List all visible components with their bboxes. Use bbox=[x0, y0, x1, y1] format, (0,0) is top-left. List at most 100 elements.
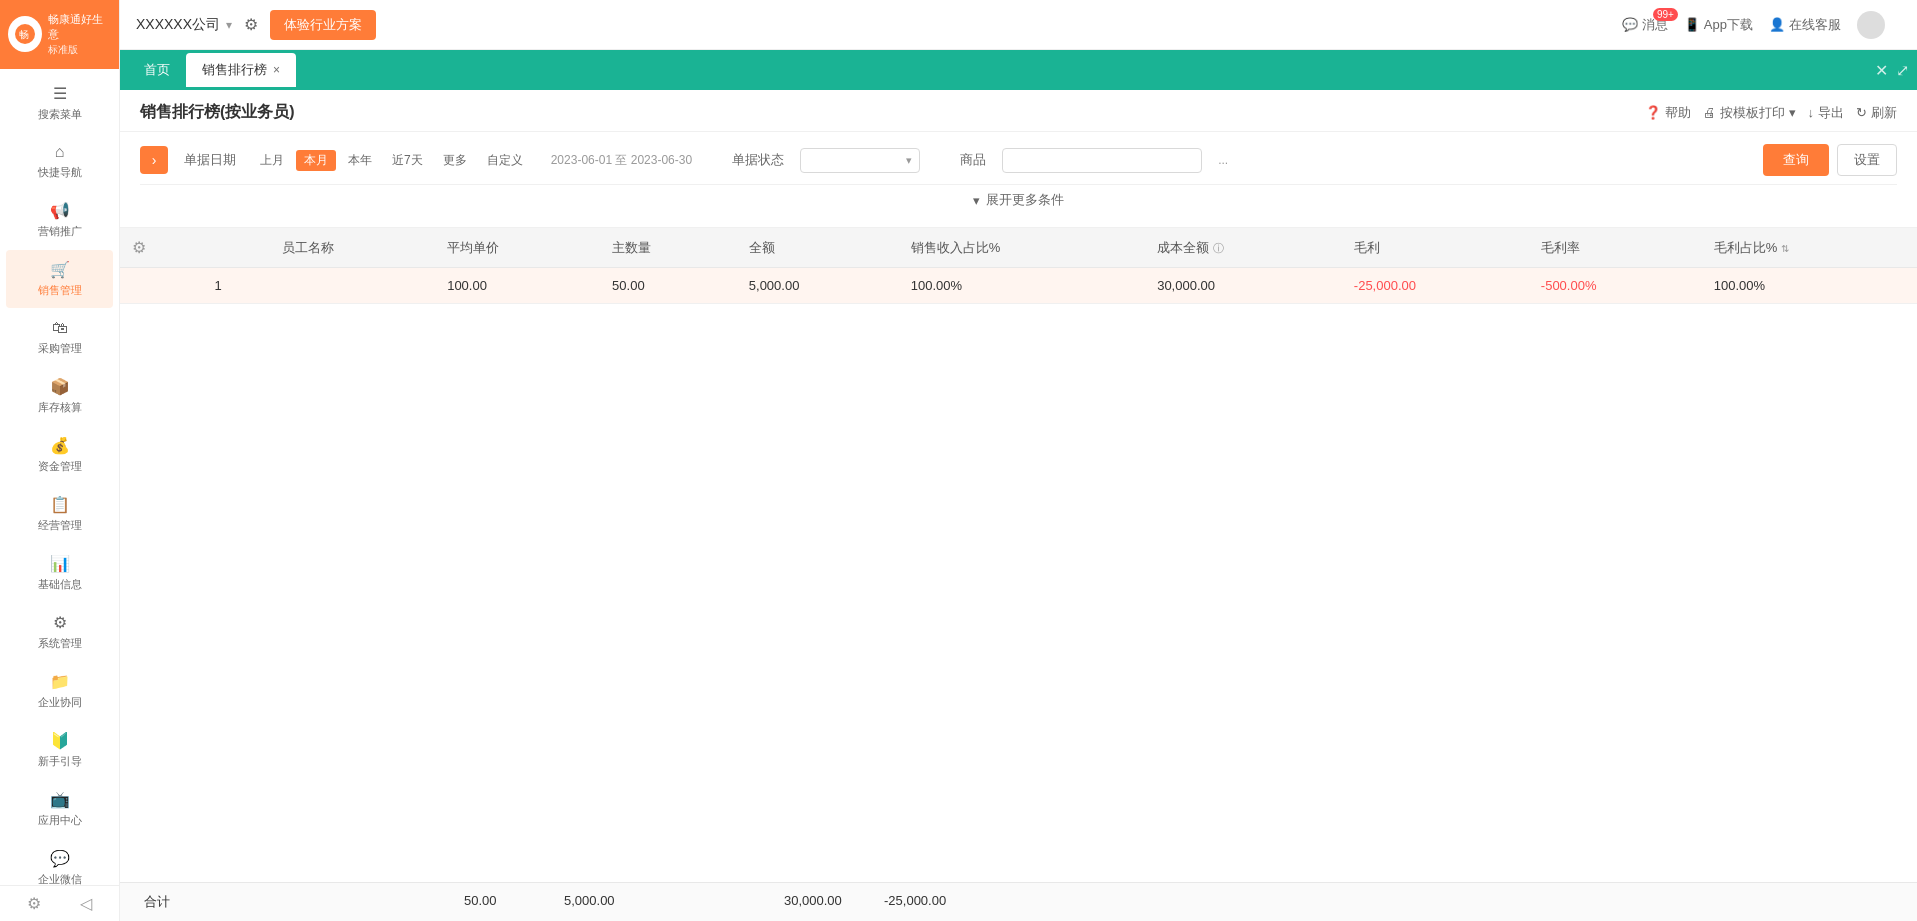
sidebar-item-operation[interactable]: 📋 经营管理 bbox=[6, 485, 113, 543]
svg-text:畅: 畅 bbox=[19, 29, 29, 40]
tab-sales-ranking[interactable]: 销售排行榜 × bbox=[186, 53, 296, 87]
sidebar-item-enterprise[interactable]: 📁 企业协同 bbox=[6, 662, 113, 720]
col-rank bbox=[202, 228, 270, 268]
print-icon: 🖨 bbox=[1703, 105, 1716, 120]
sidebar-icon-inventory: 📦 bbox=[50, 377, 70, 396]
tabbar: 首页 销售排行榜 × ✕ ⤢ bbox=[120, 50, 1917, 90]
date-tab-custom[interactable]: 自定义 bbox=[479, 150, 531, 171]
column-settings-icon[interactable]: ⚙ bbox=[132, 239, 146, 256]
sidebar-icon-operation: 📋 bbox=[50, 495, 70, 514]
sidebar-bottom: ⚙ ◁ bbox=[0, 885, 119, 921]
sidebar-icon-finance: 💰 bbox=[50, 436, 70, 455]
footer-avg-price-cell bbox=[352, 893, 452, 911]
sidebar-icon-enterprise: 📁 bbox=[50, 672, 70, 691]
refresh-icon: ↻ bbox=[1856, 105, 1867, 120]
sidebar-item-search[interactable]: ☰ 搜索菜单 bbox=[6, 74, 113, 132]
cost-info-icon[interactable]: ⓘ bbox=[1213, 242, 1224, 254]
date-tab-7days[interactable]: 近7天 bbox=[384, 150, 431, 171]
sidebar-item-quick-nav[interactable]: ⌂ 快捷导航 bbox=[6, 133, 113, 190]
date-tab-more[interactable]: 更多 bbox=[435, 150, 475, 171]
sidebar-label-apps: 应用中心 bbox=[38, 813, 82, 828]
tab-close-icon[interactable]: × bbox=[273, 63, 280, 77]
cell-rank: 1 bbox=[202, 268, 270, 304]
message-icon: 💬 bbox=[1622, 17, 1638, 32]
app-download-button[interactable]: 📱 App下载 bbox=[1684, 16, 1753, 34]
page-header: 销售排行榜(按业务员) ❓ 帮助 🖨 按模板打印 ▾ ↓ 导出 bbox=[120, 90, 1917, 132]
tab-close-window-icon[interactable]: ✕ bbox=[1875, 61, 1888, 80]
cell-profit: -25,000.00 bbox=[1342, 268, 1529, 304]
export-button[interactable]: ↓ 导出 bbox=[1808, 104, 1845, 122]
profit-sort-icon[interactable]: ⇅ bbox=[1781, 243, 1789, 254]
sidebar-icon-basic: 📊 bbox=[50, 554, 70, 573]
topbar-right: 💬 消息 99+ 📱 App下载 👤 在线客服 bbox=[1622, 11, 1901, 39]
sidebar-label-enterprise: 企业协同 bbox=[38, 695, 82, 710]
sidebar-item-purchase[interactable]: 🛍 采购管理 bbox=[6, 309, 113, 366]
table-row: 1 100.00 50.00 5,000.00 100.00% 30,000.0… bbox=[120, 268, 1917, 304]
help-button[interactable]: ❓ 帮助 bbox=[1645, 104, 1691, 122]
print-arrow-icon: ▾ bbox=[1789, 105, 1796, 120]
sidebar-item-guide[interactable]: 🔰 新手引导 bbox=[6, 721, 113, 779]
tab-maximize-icon[interactable]: ⤢ bbox=[1896, 61, 1909, 80]
sidebar-item-system[interactable]: ⚙ 系统管理 bbox=[6, 603, 113, 661]
trial-button[interactable]: 体验行业方案 bbox=[270, 10, 376, 40]
date-tab-current-year[interactable]: 本年 bbox=[340, 150, 380, 171]
main-content: XXXXXX公司 ▾ ⚙ 体验行业方案 💬 消息 99+ 📱 App下载 👤 在… bbox=[120, 0, 1917, 921]
print-label: 按模板打印 bbox=[1720, 104, 1785, 122]
app-logo: 畅 畅康通好生意 标准版 bbox=[0, 0, 119, 69]
date-tab-prev-month[interactable]: 上月 bbox=[252, 150, 292, 171]
topbar-settings-icon[interactable]: ⚙ bbox=[244, 15, 258, 34]
sidebar-icon-marketing: 📢 bbox=[50, 201, 70, 220]
sidebar-label-sales: 销售管理 bbox=[38, 283, 82, 298]
cell-profit-rate: -500.00% bbox=[1529, 268, 1702, 304]
sidebar-label-operation: 经营管理 bbox=[38, 518, 82, 533]
sidebar-item-apps[interactable]: 📺 应用中心 bbox=[6, 780, 113, 838]
sidebar-label-guide: 新手引导 bbox=[38, 754, 82, 769]
content-area: 销售排行榜(按业务员) ❓ 帮助 🖨 按模板打印 ▾ ↓ 导出 bbox=[120, 90, 1917, 921]
app-name: 畅康通好生意 bbox=[48, 12, 111, 43]
sidebar-item-wechat[interactable]: 💬 企业微信 bbox=[6, 839, 113, 885]
col-amount: 全额 bbox=[737, 228, 899, 268]
sales-table: ⚙ 员工名称 平均单价 主数量 全额 销售收入占比% 成本全额 ⓘ 毛利 毛利率… bbox=[120, 228, 1917, 304]
footer-profit-rate-cell bbox=[972, 893, 1072, 911]
expand-more-button[interactable]: ▾ 展开更多条件 bbox=[140, 184, 1897, 215]
refresh-button[interactable]: ↻ 刷新 bbox=[1856, 104, 1897, 122]
print-button[interactable]: 🖨 按模板打印 ▾ bbox=[1703, 104, 1796, 122]
status-select[interactable] bbox=[800, 148, 920, 173]
goods-input[interactable] bbox=[1002, 148, 1202, 173]
footer-label-cell: 合计 bbox=[132, 893, 252, 911]
expand-more-label: 展开更多条件 bbox=[986, 191, 1064, 209]
table-body: 1 100.00 50.00 5,000.00 100.00% 30,000.0… bbox=[120, 268, 1917, 304]
sidebar-label-quick-nav: 快捷导航 bbox=[38, 165, 82, 180]
table-container: ⚙ 员工名称 平均单价 主数量 全额 销售收入占比% 成本全额 ⓘ 毛利 毛利率… bbox=[120, 228, 1917, 882]
company-selector[interactable]: XXXXXX公司 ▾ bbox=[136, 16, 232, 34]
online-service-button[interactable]: 👤 在线客服 bbox=[1769, 16, 1841, 34]
date-tabs: 上月 本月 本年 近7天 更多 自定义 bbox=[252, 150, 531, 171]
sidebar-item-sales[interactable]: 🛒 销售管理 bbox=[6, 250, 113, 308]
tab-home[interactable]: 首页 bbox=[128, 53, 186, 87]
table-footer: 合计 50.00 5,000.00 30,000.00 -25,000.00 bbox=[120, 882, 1917, 921]
col-sales-pct: 销售收入占比% bbox=[899, 228, 1145, 268]
footer-amount-cell: 5,000.00 bbox=[552, 893, 652, 911]
settings-button[interactable]: 设置 bbox=[1837, 144, 1897, 176]
user-avatar[interactable] bbox=[1857, 11, 1885, 39]
query-button[interactable]: 查询 bbox=[1763, 144, 1829, 176]
message-button[interactable]: 💬 消息 99+ bbox=[1622, 16, 1668, 34]
sidebar-settings-icon[interactable]: ⚙ bbox=[27, 894, 41, 913]
sidebar-item-inventory[interactable]: 📦 库存核算 bbox=[6, 367, 113, 425]
sidebar-collapse-icon[interactable]: ◁ bbox=[80, 894, 92, 913]
filter-expand-arrow[interactable]: › bbox=[140, 146, 168, 174]
sidebar-label-inventory: 库存核算 bbox=[38, 400, 82, 415]
date-tab-current-month[interactable]: 本月 bbox=[296, 150, 336, 171]
sidebar: 畅 畅康通好生意 标准版 ☰ 搜索菜单 ⌂ 快捷导航 📢 营销推广 🛒 销售管理… bbox=[0, 0, 120, 921]
sidebar-icon-search: ☰ bbox=[53, 84, 67, 103]
sidebar-item-marketing[interactable]: 📢 营销推广 bbox=[6, 191, 113, 249]
logo-icon: 畅 bbox=[8, 16, 42, 52]
sidebar-icon-quick-nav: ⌂ bbox=[55, 143, 65, 161]
cell-name bbox=[270, 268, 435, 304]
sidebar-item-finance[interactable]: 💰 资金管理 bbox=[6, 426, 113, 484]
cell-amount: 5,000.00 bbox=[737, 268, 899, 304]
tabbar-right: ✕ ⤢ bbox=[1875, 61, 1909, 80]
goods-more-icon[interactable]: ... bbox=[1218, 153, 1228, 167]
sidebar-item-basic[interactable]: 📊 基础信息 bbox=[6, 544, 113, 602]
sidebar-label-system: 系统管理 bbox=[38, 636, 82, 651]
